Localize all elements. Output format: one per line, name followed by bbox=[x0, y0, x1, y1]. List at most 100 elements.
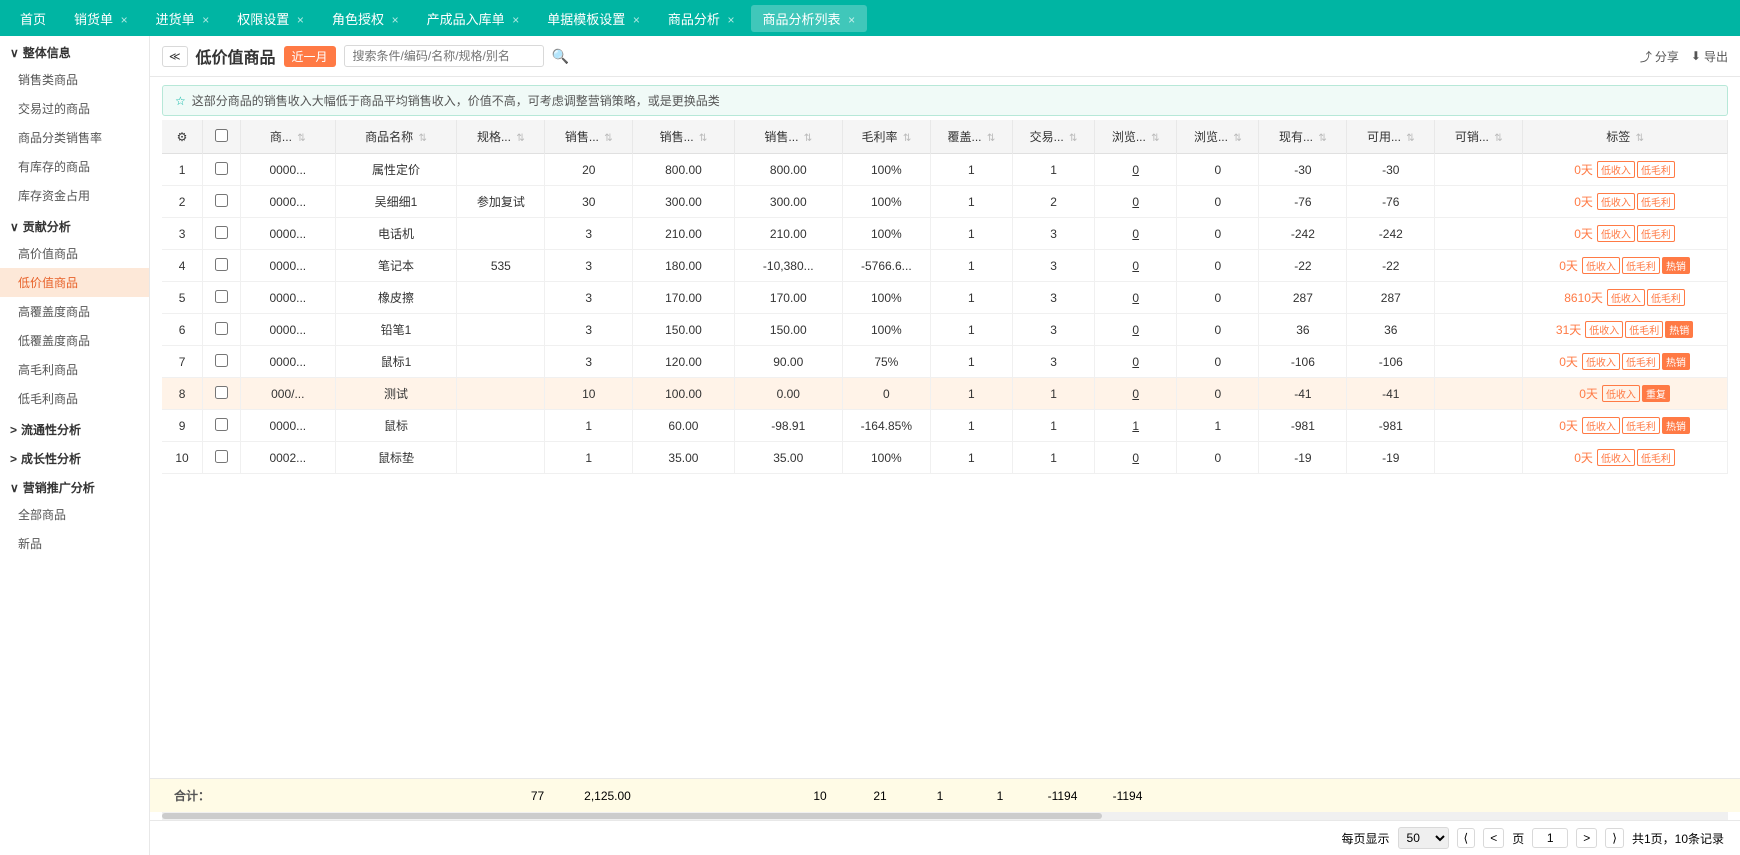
cell-checkbox[interactable] bbox=[203, 282, 241, 314]
row-checkbox[interactable] bbox=[215, 290, 228, 303]
sidebar-group-contribution[interactable]: ∨ 贡献分析 bbox=[0, 210, 149, 239]
browse-link[interactable]: 0 bbox=[1132, 323, 1139, 337]
cell-browse1[interactable]: 0 bbox=[1095, 218, 1177, 250]
sidebar-item-high-coverage[interactable]: 高覆盖度商品 bbox=[0, 297, 149, 326]
col-spec[interactable]: 规格... ⇅ bbox=[457, 120, 545, 154]
sidebar-item-low-coverage[interactable]: 低覆盖度商品 bbox=[0, 326, 149, 355]
time-filter-btn[interactable]: 近一月 bbox=[284, 46, 336, 67]
row-checkbox[interactable] bbox=[215, 386, 228, 399]
row-checkbox[interactable] bbox=[215, 322, 228, 335]
row-checkbox[interactable] bbox=[215, 162, 228, 175]
cell-browse1[interactable]: 0 bbox=[1095, 346, 1177, 378]
browse-link[interactable]: 0 bbox=[1132, 227, 1139, 241]
cell-checkbox[interactable] bbox=[203, 346, 241, 378]
sidebar-item-high-value[interactable]: 高价值商品 bbox=[0, 239, 149, 268]
cell-checkbox[interactable] bbox=[203, 410, 241, 442]
cell-checkbox[interactable] bbox=[203, 378, 241, 410]
browse-link[interactable]: 0 bbox=[1132, 259, 1139, 273]
col-browse2[interactable]: 浏览... ⇅ bbox=[1177, 120, 1259, 154]
col-sales-amount[interactable]: 销售... ⇅ bbox=[633, 120, 734, 154]
cell-browse1[interactable]: 0 bbox=[1095, 282, 1177, 314]
search-icon[interactable]: 🔍 bbox=[552, 48, 569, 65]
browse-link[interactable]: 0 bbox=[1132, 195, 1139, 209]
share-btn[interactable]: ⤴ 分享 bbox=[1640, 48, 1679, 65]
search-input[interactable] bbox=[344, 45, 544, 67]
col-tag[interactable]: 标签 ⇅ bbox=[1523, 120, 1728, 154]
cell-code: 0000... bbox=[240, 282, 335, 314]
sidebar-group-overall[interactable]: ∨ 整体信息 bbox=[0, 36, 149, 65]
col-sales-qty[interactable]: 销售... ⇅ bbox=[545, 120, 633, 154]
col-sellable[interactable]: 可销... ⇅ bbox=[1435, 120, 1523, 154]
cell-sellable bbox=[1435, 186, 1523, 218]
row-checkbox[interactable] bbox=[215, 354, 228, 367]
sidebar-item-stock-capital[interactable]: 库存资金占用 bbox=[0, 181, 149, 210]
export-btn[interactable]: ⬇ 导出 bbox=[1691, 48, 1728, 65]
sidebar-item-new-products[interactable]: 新品 bbox=[0, 529, 149, 558]
browse-link[interactable]: 1 bbox=[1132, 419, 1139, 433]
sidebar-item-traded-products[interactable]: 交易过的商品 bbox=[0, 94, 149, 123]
sidebar-group-growth[interactable]: > 成长性分析 bbox=[0, 442, 149, 471]
row-checkbox[interactable] bbox=[215, 418, 228, 431]
page-number-input[interactable] bbox=[1532, 828, 1568, 848]
nav-permission[interactable]: 权限设置 × bbox=[225, 5, 316, 32]
browse-link[interactable]: 0 bbox=[1132, 451, 1139, 465]
sidebar-item-sales-products[interactable]: 销售类商品 bbox=[0, 65, 149, 94]
sidebar-item-category-rate[interactable]: 商品分类销售率 bbox=[0, 123, 149, 152]
col-name[interactable]: 商品名称 ⇅ bbox=[335, 120, 457, 154]
browse-link[interactable]: 0 bbox=[1132, 387, 1139, 401]
sidebar-item-all-products[interactable]: 全部商品 bbox=[0, 500, 149, 529]
nav-purchase[interactable]: 进货单 × bbox=[144, 5, 222, 32]
col-gross-rate[interactable]: 毛利率 ⇅ bbox=[842, 120, 930, 154]
cell-checkbox[interactable] bbox=[203, 186, 241, 218]
cell-browse1[interactable]: 0 bbox=[1095, 154, 1177, 186]
cell-sales-qty: 3 bbox=[545, 218, 633, 250]
col-current[interactable]: 现有... ⇅ bbox=[1259, 120, 1347, 154]
col-checkbox[interactable] bbox=[203, 120, 241, 154]
col-cover[interactable]: 覆盖... ⇅ bbox=[930, 120, 1012, 154]
row-checkbox[interactable] bbox=[215, 194, 228, 207]
select-all-checkbox[interactable] bbox=[215, 129, 228, 142]
col-trade[interactable]: 交易... ⇅ bbox=[1012, 120, 1094, 154]
cell-browse1[interactable]: 0 bbox=[1095, 250, 1177, 282]
browse-link[interactable]: 0 bbox=[1132, 163, 1139, 177]
col-sales-avg[interactable]: 销售... ⇅ bbox=[734, 120, 842, 154]
first-page-btn[interactable]: ⟨ bbox=[1457, 828, 1476, 848]
cell-browse1[interactable]: 0 bbox=[1095, 314, 1177, 346]
sidebar-item-high-margin[interactable]: 高毛利商品 bbox=[0, 355, 149, 384]
col-code[interactable]: 商... ⇅ bbox=[240, 120, 335, 154]
nav-analysis[interactable]: 商品分析 × bbox=[656, 5, 747, 32]
cell-browse1[interactable]: 0 bbox=[1095, 186, 1177, 218]
nav-role[interactable]: 角色授权 × bbox=[320, 5, 411, 32]
nav-sales[interactable]: 销货单 × bbox=[62, 5, 140, 32]
prev-page-btn[interactable]: < bbox=[1483, 828, 1504, 848]
browse-link[interactable]: 0 bbox=[1132, 291, 1139, 305]
row-checkbox[interactable] bbox=[215, 226, 228, 239]
cell-browse1[interactable]: 0 bbox=[1095, 442, 1177, 474]
cell-checkbox[interactable] bbox=[203, 442, 241, 474]
col-available[interactable]: 可用... ⇅ bbox=[1347, 120, 1435, 154]
sidebar-group-marketing[interactable]: ∨ 营销推广分析 bbox=[0, 471, 149, 500]
sidebar-item-low-margin[interactable]: 低毛利商品 bbox=[0, 384, 149, 413]
row-checkbox[interactable] bbox=[215, 450, 228, 463]
nav-product-in[interactable]: 产成品入库单 × bbox=[415, 5, 532, 32]
cell-checkbox[interactable] bbox=[203, 154, 241, 186]
nav-home[interactable]: 首页 bbox=[8, 5, 58, 32]
col-browse1[interactable]: 浏览... ⇅ bbox=[1095, 120, 1177, 154]
sidebar-item-low-value[interactable]: 低价值商品 bbox=[0, 268, 149, 297]
cell-checkbox[interactable] bbox=[203, 250, 241, 282]
browse-link[interactable]: 0 bbox=[1132, 355, 1139, 369]
cell-checkbox[interactable] bbox=[203, 218, 241, 250]
sidebar-item-stock-products[interactable]: 有库存的商品 bbox=[0, 152, 149, 181]
col-settings[interactable]: ⚙ bbox=[162, 120, 203, 154]
nav-analysis-list[interactable]: 商品分析列表 × bbox=[751, 5, 868, 32]
nav-template[interactable]: 单据模板设置 × bbox=[535, 5, 652, 32]
last-page-btn[interactable]: ⟩ bbox=[1605, 828, 1624, 848]
page-size-select[interactable]: 50 100 200 bbox=[1398, 827, 1449, 849]
cell-browse1[interactable]: 0 bbox=[1095, 378, 1177, 410]
sidebar-group-circulation[interactable]: > 流通性分析 bbox=[0, 413, 149, 442]
cell-browse1[interactable]: 1 bbox=[1095, 410, 1177, 442]
collapse-sidebar-btn[interactable]: ≪ bbox=[162, 46, 188, 67]
next-page-btn[interactable]: > bbox=[1576, 828, 1597, 848]
cell-checkbox[interactable] bbox=[203, 314, 241, 346]
row-checkbox[interactable] bbox=[215, 258, 228, 271]
